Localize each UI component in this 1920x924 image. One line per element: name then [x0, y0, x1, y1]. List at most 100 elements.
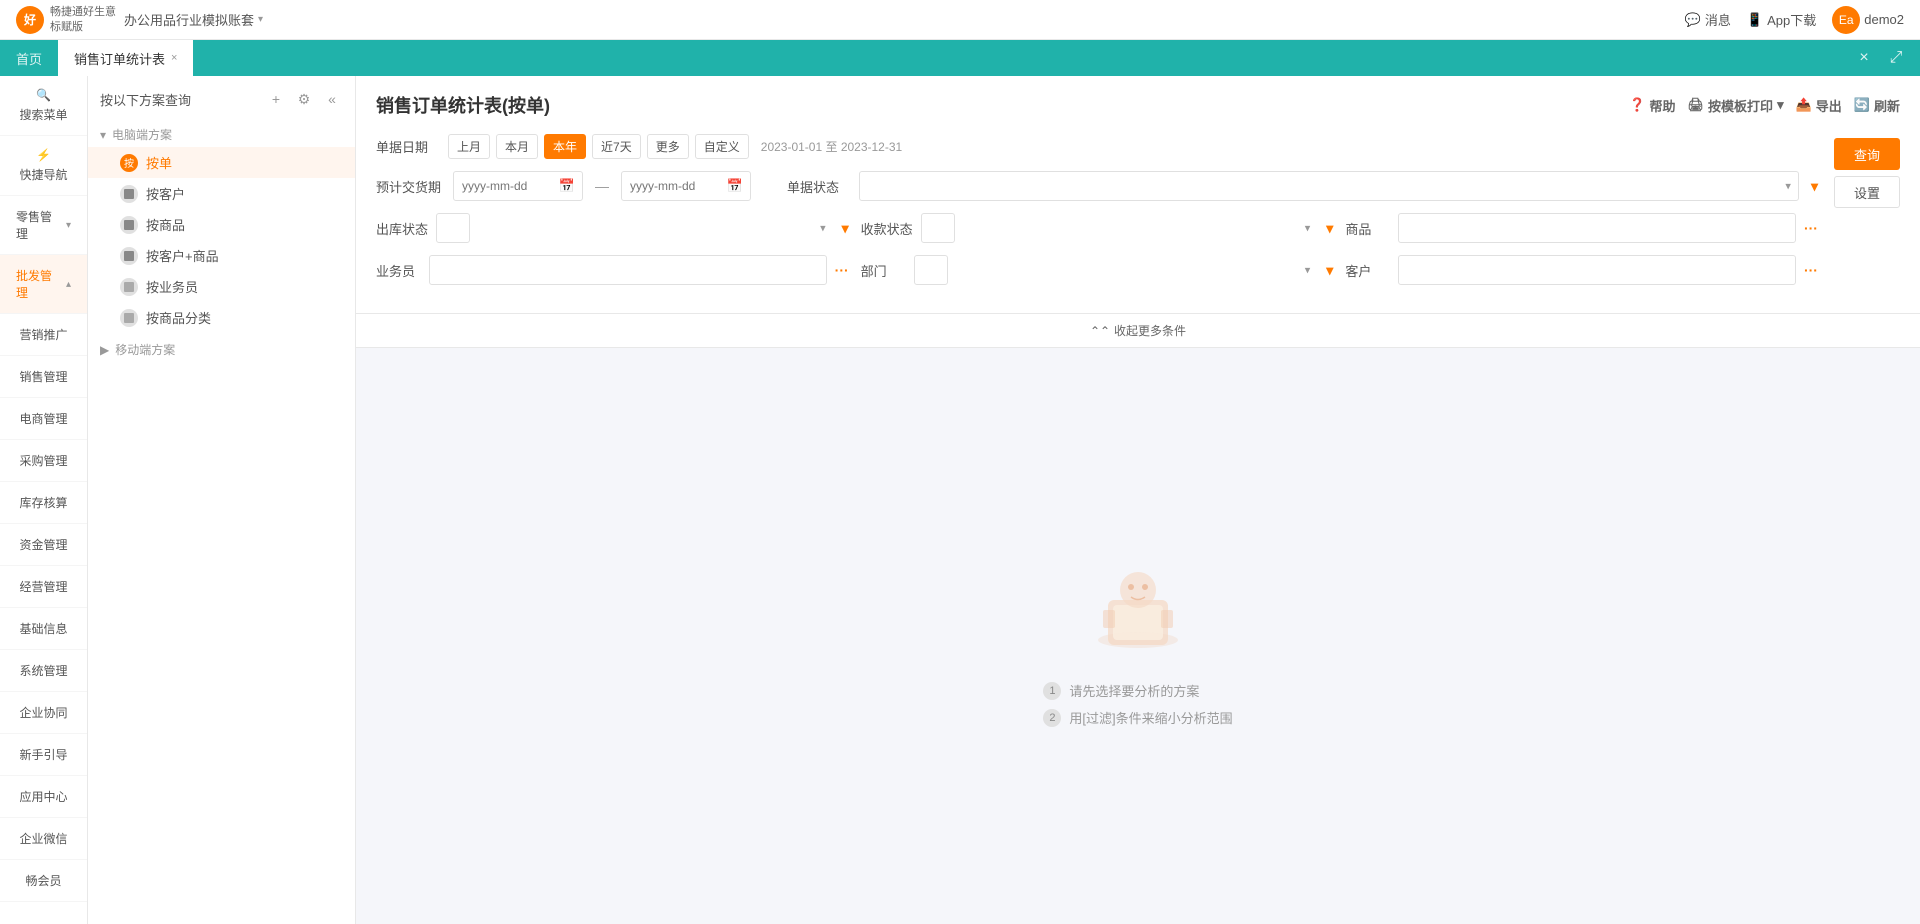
- expected-date-to-input[interactable]: [621, 171, 751, 201]
- salesperson-cell: 业务员 ···: [376, 255, 849, 285]
- tree-item-by-goods[interactable]: 按商品: [88, 209, 355, 240]
- sidebar-item-ecommerce[interactable]: 电商管理: [0, 398, 87, 440]
- tree-item-by-order[interactable]: 按 按单: [88, 147, 355, 178]
- sidebar-item-wechat[interactable]: 企业微信: [0, 818, 87, 860]
- expected-date-to-wrapper: 📅: [621, 171, 751, 201]
- date-btn-custom[interactable]: 自定义: [695, 134, 749, 159]
- sidebar-item-sales[interactable]: 销售管理: [0, 356, 87, 398]
- expected-date-from-wrapper: 📅: [453, 171, 583, 201]
- status-select[interactable]: [859, 171, 1799, 201]
- sidebar-item-wholesale[interactable]: 批发管理 ▴: [0, 255, 87, 314]
- print-icon: 🖨: [1688, 97, 1705, 113]
- filter-row-4: 业务员 ··· 部门 ▾: [376, 255, 1818, 285]
- sidebar-item-inventory[interactable]: 库存核算: [0, 482, 87, 524]
- date-btn-this-year[interactable]: 本年: [544, 134, 586, 159]
- query-btn-group: 查询 设置: [1834, 134, 1900, 208]
- collection-status-select[interactable]: [921, 213, 955, 243]
- scheme-icon-goods: [120, 216, 138, 234]
- top-bar-right: 💬 消息 📱 App下载 Ea demo2: [1685, 6, 1904, 34]
- query-button[interactable]: 查询: [1834, 138, 1900, 170]
- status-more-icon[interactable]: ▾: [1811, 178, 1818, 195]
- tree-item-by-salesperson[interactable]: 按业务员: [88, 271, 355, 302]
- salesperson-more-icon[interactable]: ···: [835, 262, 849, 278]
- dept-chevron-icon[interactable]: ▾: [1326, 262, 1333, 279]
- export-button[interactable]: 📤 导出: [1796, 96, 1842, 115]
- sidebar-item-enterprise[interactable]: 企业协同: [0, 692, 87, 734]
- settings-scheme-button[interactable]: ⚙: [293, 88, 315, 110]
- date-btn-more[interactable]: 更多: [647, 134, 689, 159]
- scheme-icon-salesperson: [120, 278, 138, 296]
- tab-close-icon[interactable]: ×: [171, 52, 177, 64]
- tree-category-desktop[interactable]: ▾ 电脑端方案: [88, 118, 355, 147]
- chevron-right-icon: ▾: [66, 220, 71, 231]
- window-close-button[interactable]: ×: [1852, 46, 1876, 70]
- help-button[interactable]: ❓ 帮助: [1629, 96, 1675, 115]
- expected-date-from-input[interactable]: [453, 171, 583, 201]
- workspace-selector[interactable]: 办公用品行业模拟账套 ▾: [124, 10, 263, 29]
- goods-input[interactable]: [1398, 213, 1796, 243]
- sidebar-item-shortcuts[interactable]: ⚡ 快捷导航: [0, 136, 87, 196]
- refresh-button[interactable]: 🔄 刷新: [1854, 96, 1900, 115]
- chevron-up-icon: ▴: [66, 279, 71, 290]
- collapse-bar[interactable]: ⌃⌃ 收起更多条件: [356, 314, 1920, 348]
- status-select-wrapper: [859, 171, 1799, 201]
- sidebar-item-member[interactable]: 畅会员: [0, 860, 87, 902]
- sidebar-item-finance[interactable]: 资金管理: [0, 524, 87, 566]
- sidebar-item-system[interactable]: 系统管理: [0, 650, 87, 692]
- main-layout: 🔍 搜索菜单 ⚡ 快捷导航 零售管理 ▾ 批发管理 ▴ 营销推广 销售管理 电商…: [0, 76, 1920, 924]
- collapse-panel-button[interactable]: «: [321, 88, 343, 110]
- tree-item-by-customer-goods[interactable]: 按客户+商品: [88, 240, 355, 271]
- scheme-icon-customer-goods: [120, 247, 138, 265]
- chevron-down-icon: ▾: [258, 14, 263, 25]
- sidebar-item-marketing[interactable]: 营销推广: [0, 314, 87, 356]
- tree-item-by-customer[interactable]: 按客户: [88, 178, 355, 209]
- tree-category-mobile[interactable]: ▶ 移动端方案: [88, 333, 355, 362]
- page-title: 销售订单统计表(按单): [376, 92, 550, 118]
- delivery-status-select[interactable]: [436, 213, 470, 243]
- scheme-icon-goods-category: [120, 309, 138, 327]
- template-print-button[interactable]: 🖨 按模板打印 ▾: [1688, 96, 1784, 115]
- window-expand-button[interactable]: ⤢: [1884, 46, 1908, 70]
- empty-hint-2: 2 用[过滤]条件来缩小分析范围: [1043, 708, 1232, 727]
- filter-row-3: 出库状态 ▾ 收款状态 ▾: [376, 213, 1818, 243]
- date-btn-7days[interactable]: 近7天: [592, 134, 641, 159]
- sidebar-item-basic-info[interactable]: 基础信息: [0, 608, 87, 650]
- sidebar-item-search[interactable]: 🔍 搜索菜单: [0, 76, 87, 136]
- message-action[interactable]: 💬 消息: [1685, 10, 1731, 29]
- customer-cell: 客户 ···: [1345, 255, 1818, 285]
- page-title-actions: ❓ 帮助 🖨 按模板打印 ▾ 📤 导出 🔄: [1629, 96, 1900, 115]
- print-chevron-icon: ▾: [1777, 97, 1784, 113]
- collapse-icon: ⌃⌃: [1090, 324, 1110, 338]
- filter-row-expected-date: 预计交货期 📅 — 📅 单据状态: [376, 171, 1818, 201]
- collection-chevron-icon[interactable]: ▾: [1326, 220, 1333, 237]
- date-btn-this-month[interactable]: 本月: [496, 134, 538, 159]
- collection-status-wrapper: [921, 213, 1319, 243]
- user-profile[interactable]: Ea demo2: [1832, 6, 1904, 34]
- add-scheme-button[interactable]: +: [265, 88, 287, 110]
- dept-cell: 部门 ▾: [861, 255, 1334, 285]
- settings-button[interactable]: 设置: [1834, 176, 1900, 208]
- top-bar-left: 好 畅捷通好生意 标赋版 办公用品行业模拟账套 ▾: [16, 5, 263, 34]
- salesperson-input[interactable]: [429, 255, 827, 285]
- tree-item-by-goods-category[interactable]: 按商品分类: [88, 302, 355, 333]
- date-btn-last-month[interactable]: 上月: [448, 134, 490, 159]
- tree-expand-icon: ▾: [100, 128, 106, 142]
- top-bar: 好 畅捷通好生意 标赋版 办公用品行业模拟账套 ▾ 💬 消息 📱 App下载 E…: [0, 0, 1920, 40]
- sidebar-item-retail[interactable]: 零售管理 ▾: [0, 196, 87, 255]
- date-separator: —: [595, 178, 609, 194]
- customer-more-icon[interactable]: ···: [1804, 262, 1818, 278]
- sidebar-item-operations[interactable]: 经营管理: [0, 566, 87, 608]
- dept-select[interactable]: [914, 255, 948, 285]
- delivery-chevron-icon[interactable]: ▾: [842, 220, 849, 237]
- app-download-action[interactable]: 📱 App下载: [1747, 10, 1816, 29]
- tab-home[interactable]: 首页: [0, 40, 58, 76]
- tab-sales-order[interactable]: 销售订单统计表 ×: [58, 40, 193, 76]
- sidebar-item-purchase[interactable]: 采购管理: [0, 440, 87, 482]
- goods-cell: 商品 ···: [1345, 213, 1818, 243]
- hint-num-1: 1: [1043, 682, 1061, 700]
- goods-more-icon[interactable]: ···: [1804, 220, 1818, 236]
- collection-status-cell: 收款状态 ▾: [861, 213, 1334, 243]
- customer-input[interactable]: [1398, 255, 1796, 285]
- sidebar-item-newbie[interactable]: 新手引导: [0, 734, 87, 776]
- sidebar-item-apps[interactable]: 应用中心: [0, 776, 87, 818]
